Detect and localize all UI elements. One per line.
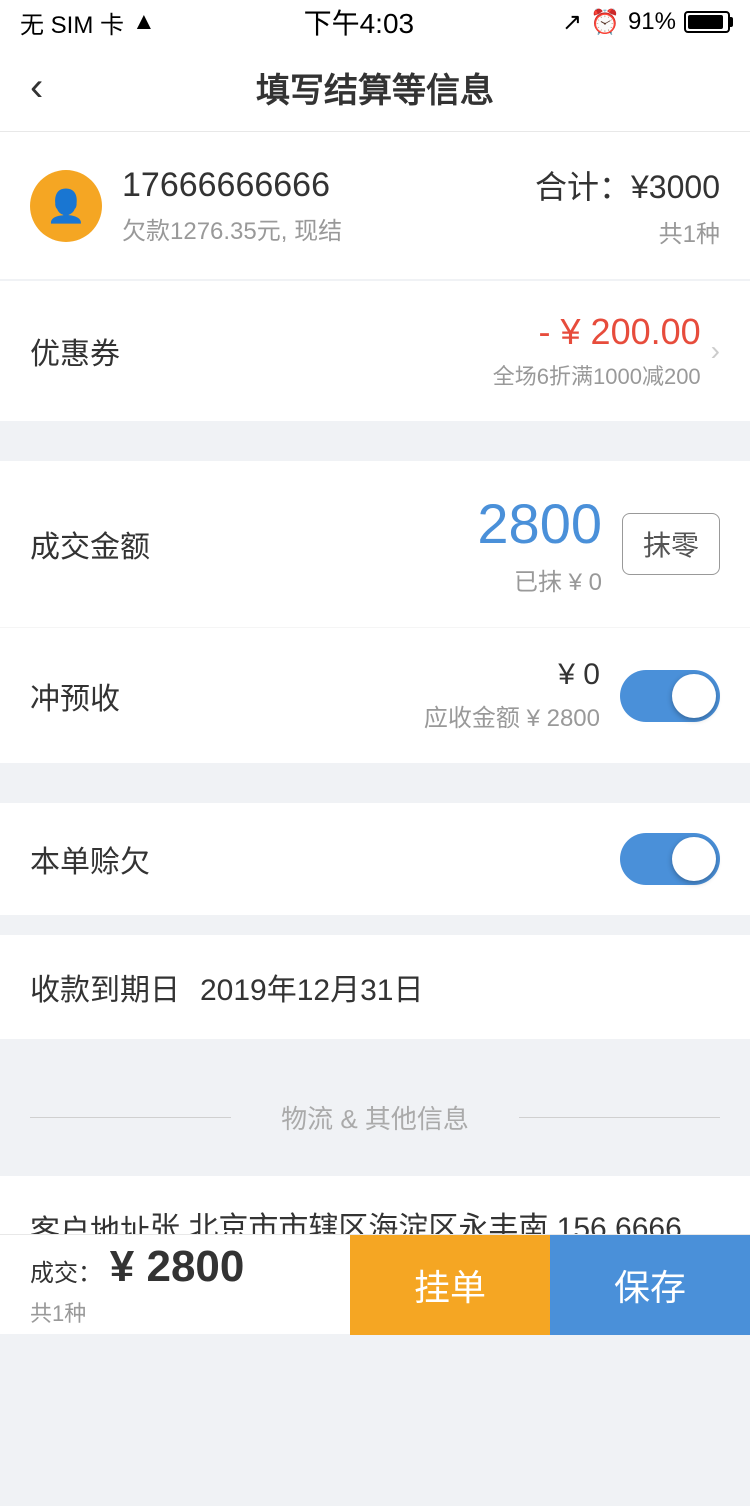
advance-right: ¥ 0 应收金额 ¥ 2800 [424,658,720,733]
due-date-label: 收款到期日 [30,965,180,1009]
deal-zero-label: 已抹 ¥ 0 [514,562,602,597]
coupon-amount: - ¥ 200.00 [539,311,701,353]
credit-label: 本单赊欠 [30,837,150,881]
nav-bar: ‹ 填写结算等信息 [0,44,750,132]
coupon-desc: 全场6折满1000减200 [493,359,701,391]
carrier-label: 无 SIM 卡 [20,5,124,40]
divider-line-right [519,1117,720,1118]
user-info: 17666666666 欠款1276.35元, 现结 [122,166,342,246]
section-divider-2 [0,783,750,803]
deal-amount-row: 成交金额 2800 已抹 ¥ 0 抹零 [0,461,750,628]
user-left: 👤 17666666666 欠款1276.35元, 现结 [30,166,342,246]
total-amount: 合计：¥3000 [535,162,720,208]
battery-percent: 91% [628,8,676,36]
due-date-value: 2019年12月31日 [200,965,423,1009]
advance-receivable: 应收金额 ¥ 2800 [424,698,600,733]
form-section: 成交金额 2800 已抹 ¥ 0 抹零 冲预收 ¥ 0 应收金额 ¥ 2800 [0,461,750,763]
location-icon: ↗ [562,8,582,37]
credit-toggle[interactable] [620,833,720,885]
bottom-spacer [0,1346,750,1506]
credit-toggle-knob [672,837,716,881]
avatar-icon: 👤 [46,187,86,225]
page-title: 填写结算等信息 [256,63,494,112]
status-bar: 无 SIM 卡 ▲ 下午4:03 ↗ ⏰ 91% [0,0,750,44]
deal-amount-value: 2800 [477,491,602,556]
user-debt: 欠款1276.35元, 现结 [122,211,342,246]
bottom-deal-row: 成交： ¥ 2800 [30,1242,320,1292]
battery-fill [688,15,723,29]
alarm-icon: ⏰ [590,8,620,37]
user-card: 👤 17666666666 欠款1276.35元, 现结 合计：¥3000 共1… [0,132,750,279]
due-date-row: 收款到期日 2019年12月31日 [0,935,750,1039]
round-down-button[interactable]: 抹零 [622,513,720,575]
coupon-label: 优惠券 [30,329,120,373]
section-divider-1 [0,441,750,461]
deal-amount-label: 成交金额 [30,522,150,566]
avatar: 👤 [30,170,102,242]
user-phone: 17666666666 [122,166,342,205]
advance-amount-col: ¥ 0 应收金额 ¥ 2800 [424,658,600,733]
coupon-chevron-icon: › [711,335,720,367]
total-count: 共1种 [535,214,720,249]
advance-row: 冲预收 ¥ 0 应收金额 ¥ 2800 [0,628,750,763]
status-right: ↗ ⏰ 91% [562,8,730,37]
bottom-deal-amount: ¥ 2800 [110,1242,245,1291]
deal-amount-col: 2800 已抹 ¥ 0 [477,491,602,597]
save-button[interactable]: 保存 [550,1235,750,1335]
advance-toggle[interactable] [620,670,720,722]
wifi-icon: ▲ [132,8,156,36]
advance-amount-value: ¥ 0 [558,658,600,692]
battery-indicator [684,11,730,33]
bottom-bar: 成交： ¥ 2800 共1种 挂单 保存 [0,1234,750,1334]
coupon-right: - ¥ 200.00 全场6折满1000减200 [493,311,701,391]
credit-row: 本单赊欠 [0,803,750,915]
bottom-deal-label: 成交： [30,1260,102,1287]
divider-line-left [30,1117,231,1118]
advance-label: 冲预收 [30,674,120,718]
user-total: 合计：¥3000 共1种 [535,162,720,249]
status-left: 无 SIM 卡 ▲ [20,5,156,40]
back-button[interactable]: ‹ [30,65,90,110]
coupon-row[interactable]: 优惠券 - ¥ 200.00 全场6折满1000减200 › [0,281,750,421]
status-time: 下午4:03 [304,2,415,42]
bottom-summary: 成交： ¥ 2800 共1种 [0,1242,350,1328]
hang-order-button[interactable]: 挂单 [350,1235,550,1335]
bottom-count: 共1种 [30,1296,320,1328]
section-divider-4 [0,1156,750,1176]
advance-toggle-knob [672,674,716,718]
logistics-label: 物流 & 其他信息 [281,1099,469,1136]
deal-right: 2800 已抹 ¥ 0 抹零 [477,491,720,597]
logistics-divider: 物流 & 其他信息 [0,1079,750,1156]
section-divider-3 [0,1059,750,1079]
